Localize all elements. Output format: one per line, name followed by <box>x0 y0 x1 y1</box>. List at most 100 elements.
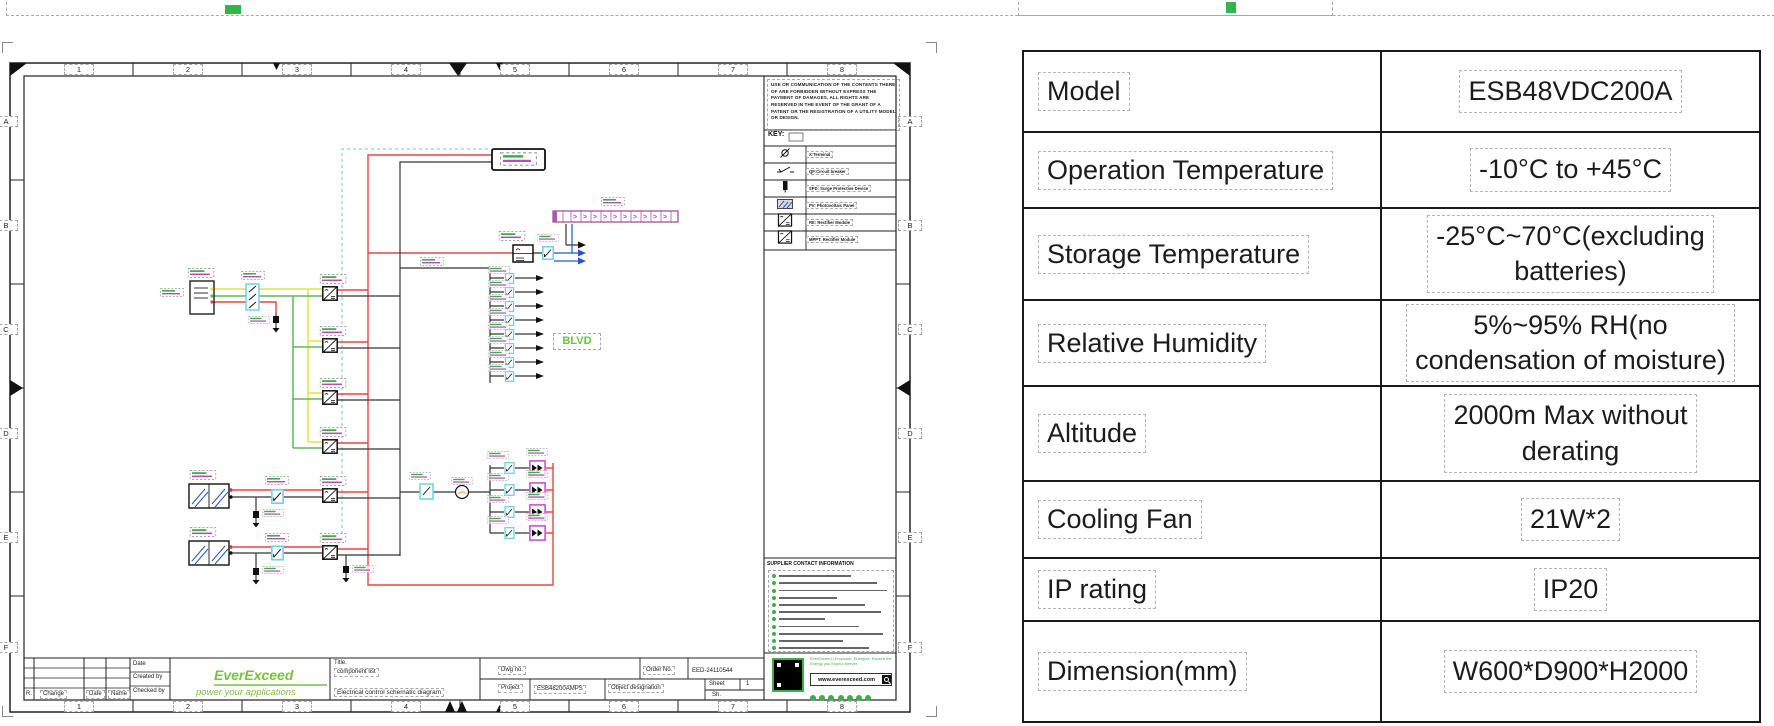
ruler-col: 7 <box>718 701 748 712</box>
svg-text:>: > <box>583 214 587 221</box>
brand-tagline-small: EverExceed | Empower, Energize, Exceed t… <box>810 656 894 667</box>
qr-code <box>772 658 804 692</box>
ruler-row: A <box>0 116 18 127</box>
key-label: MPPT: Rectifier Module <box>806 236 858 243</box>
spec-label: Dimension(mm) <box>1038 652 1247 691</box>
key-label: PV: Photovoltaic Panel <box>806 202 857 209</box>
bullet-icon <box>772 617 776 621</box>
key-row: MPPT: Rectifier Module <box>764 231 896 248</box>
sheet-label: Sheet <box>709 681 725 688</box>
key-row: SPD: Surge Protective Device <box>764 180 896 197</box>
ruler-row: F <box>898 642 922 653</box>
title-line1: component list <box>334 668 379 677</box>
svg-text:>: > <box>663 214 667 221</box>
table-row: Operation Temperature -10°C to +45°C <box>1024 131 1759 207</box>
key-row: RE: Rectifier Module <box>764 214 896 231</box>
supplier-title: SUPPLIER CONTACT INFORMATION <box>767 561 854 567</box>
bullet-icon <box>772 646 776 650</box>
svg-text:>: > <box>613 214 617 221</box>
table-row: IP rating IP20 <box>1024 557 1759 620</box>
ruler-col: 1 <box>64 701 94 712</box>
social-icon <box>847 695 853 701</box>
spec-table: Model ESB48VDC200A Operation Temperature… <box>1022 50 1761 723</box>
supplier-line <box>772 581 893 585</box>
ruler-col: 5 <box>500 701 530 712</box>
name-label: Name <box>108 690 130 699</box>
brand-tagline: power your applications <box>196 687 296 698</box>
green-caption-fragment <box>1226 2 1236 13</box>
spec-label: Relative Humidity <box>1038 324 1266 363</box>
ruler-row: D <box>898 428 922 439</box>
sheet-number: 1 <box>746 681 749 688</box>
key-row: QF:Circuit breaker <box>764 163 896 180</box>
brand-logo-text: EverExceed <box>214 667 293 683</box>
supplier-line <box>772 603 893 607</box>
spec-value: 2000m Max without derating <box>1444 394 1696 472</box>
ruler-row: B <box>0 220 18 231</box>
key-legend: X:Terminal QF:Circuit breaker SPD: Surge… <box>764 146 896 248</box>
rev-label: R. <box>26 691 32 698</box>
bullet-icon <box>772 596 776 600</box>
ruler-row: C <box>898 324 922 335</box>
ruler-row: E <box>0 532 18 543</box>
ruler-row: B <box>898 220 922 231</box>
brand-contact-box: EverExceed | Empower, Energize, Exceed t… <box>766 654 896 699</box>
spec-value: IP20 <box>1534 568 1608 611</box>
table-row: Model ESB48VDC200A <box>1024 52 1759 131</box>
key-row: PV: Photovoltaic Panel <box>764 197 896 214</box>
spec-value: 5%~95% RH(no condensation of moisture) <box>1406 304 1735 382</box>
sh-label: Sh. <box>712 692 721 699</box>
bullet-icon <box>772 581 776 585</box>
supplier-line <box>772 625 893 629</box>
supplier-line <box>772 639 893 643</box>
social-icon <box>828 695 834 701</box>
date-col-label: Date <box>86 690 105 699</box>
title-label: Title. <box>334 660 347 667</box>
website-url: www.everexceed.com <box>811 677 882 683</box>
order-no-label: Order No. <box>643 666 675 675</box>
key-title: KEY: <box>768 131 784 138</box>
ruler-col: 2 <box>173 64 203 75</box>
supplier-line <box>772 610 893 614</box>
svg-text:>: > <box>623 214 627 221</box>
spd-icon <box>764 180 806 198</box>
ruler-row: A <box>898 116 922 127</box>
ruler-col: 6 <box>609 701 639 712</box>
title-line2: Electrical control schematic diagram <box>334 688 444 697</box>
spec-value: -25°C~70°C(excluding batteries) <box>1427 215 1713 293</box>
svg-text:>: > <box>573 214 577 221</box>
ruler-row: D <box>0 428 18 439</box>
svg-text:>: > <box>593 214 597 221</box>
date-row-label: Date <box>133 661 146 668</box>
bullet-icon <box>772 603 776 607</box>
table-row: Storage Temperature -25°C~70°C(excluding… <box>1024 207 1759 299</box>
terminal-icon <box>764 146 806 164</box>
social-icon <box>838 695 844 701</box>
ruler-row: F <box>0 642 18 653</box>
table-row: Cooling Fan 21W*2 <box>1024 480 1759 557</box>
order-no-value: EED-24110544 <box>692 668 733 675</box>
ruler-col: 6 <box>609 64 639 75</box>
spec-value: ESB48VDC200A <box>1459 70 1681 113</box>
supplier-line <box>772 646 893 650</box>
bullet-icon <box>772 574 776 578</box>
bullet-icon <box>772 632 776 636</box>
social-icon <box>810 695 816 701</box>
bullet-icon <box>772 625 776 629</box>
social-icon <box>865 695 871 701</box>
svg-text:>: > <box>603 214 607 221</box>
mppt-module-icon <box>764 230 806 249</box>
spec-label: Cooling Fan <box>1038 500 1202 539</box>
search-icon <box>882 675 891 684</box>
svg-text:>: > <box>633 214 637 221</box>
ruler-col: 3 <box>282 701 312 712</box>
bullet-icon <box>772 589 776 593</box>
key-label: QF:Circuit breaker <box>806 168 849 175</box>
object-designation-label: Object designation <box>608 684 664 693</box>
ruler-row: E <box>898 532 922 543</box>
social-icon <box>819 695 825 701</box>
supplier-line <box>772 589 893 593</box>
bullet-icon <box>772 639 776 643</box>
spec-label: Storage Temperature <box>1038 235 1309 274</box>
supplier-line <box>772 596 893 600</box>
